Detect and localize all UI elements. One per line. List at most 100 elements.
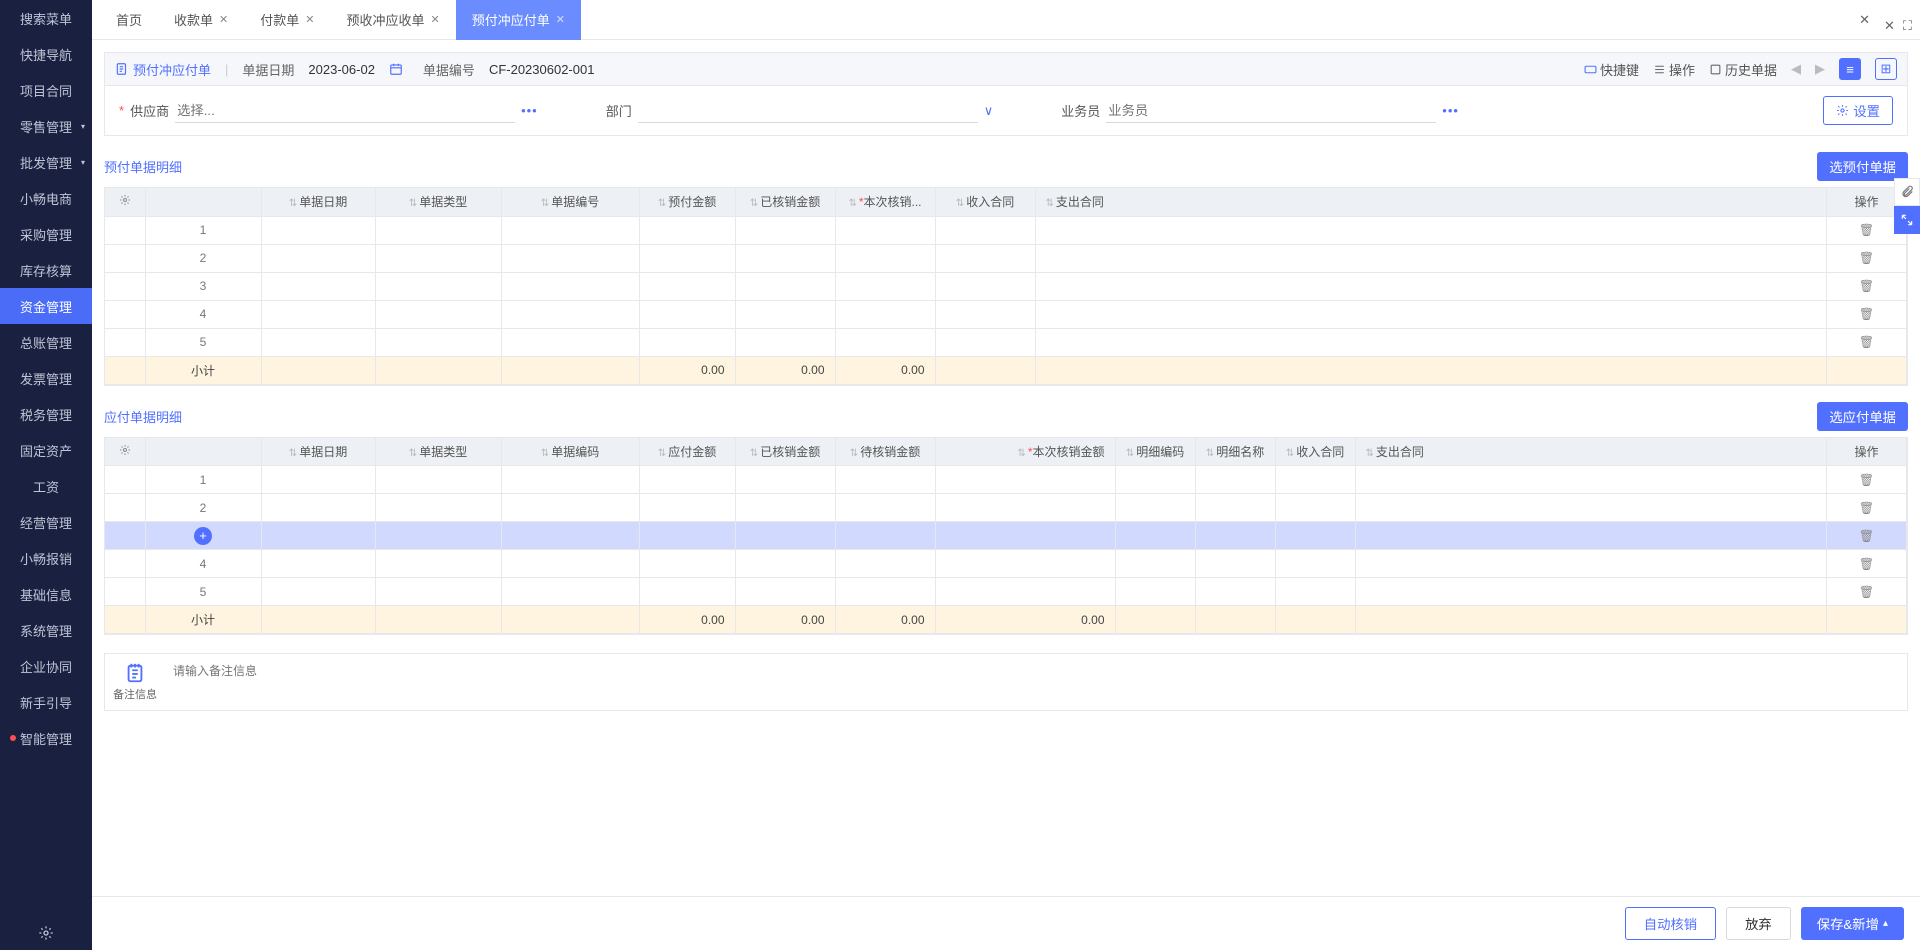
table-row[interactable]: 3🗑 <box>105 272 1907 300</box>
close-icon[interactable]: ✕ <box>431 13 440 26</box>
operate-button[interactable]: 操作 <box>1653 60 1695 79</box>
close-icon[interactable]: ✕ <box>1884 18 1895 34</box>
sidebar-item[interactable]: 总账管理 <box>0 324 92 360</box>
sidebar-item[interactable]: 智能管理 <box>0 720 92 756</box>
this-col-header[interactable]: ⇅*本次核销... <box>835 188 935 216</box>
expense-col-header[interactable]: ⇅支出合同 <box>1035 188 1827 216</box>
sidebar-item[interactable]: 快捷导航 <box>0 36 92 72</box>
date-value[interactable]: 2023-06-02 <box>308 62 375 77</box>
select-prepay-button[interactable]: 选预付单据 <box>1817 152 1908 181</box>
sidebar-item[interactable]: 企业协同 <box>0 648 92 684</box>
dept-input[interactable] <box>638 99 978 123</box>
sidebar-item[interactable]: 搜索菜单 <box>0 0 92 36</box>
sidebar-item[interactable]: 工资 <box>0 468 92 504</box>
sidebar-item[interactable]: 资金管理 <box>0 288 92 324</box>
shortcut-button[interactable]: 快捷键 <box>1584 60 1639 79</box>
code-col-header[interactable]: ⇅单据编号 <box>501 188 639 216</box>
dname-col-header[interactable]: ⇅明细名称 <box>1195 438 1275 466</box>
trash-icon[interactable]: 🗑 <box>1859 223 1874 237</box>
fullscreen-icon[interactable]: ⛶ <box>1903 18 1912 34</box>
trash-icon[interactable]: 🗑 <box>1859 473 1874 487</box>
table-row[interactable]: 2🗑 <box>105 494 1907 522</box>
trash-icon[interactable]: 🗑 <box>1859 279 1874 293</box>
sidebar-item[interactable]: 税务管理 <box>0 396 92 432</box>
tab[interactable]: 收款单✕ <box>158 0 244 40</box>
sidebar-item[interactable]: 固定资产 <box>0 432 92 468</box>
verified-col-header[interactable]: ⇅已核销金额 <box>735 438 835 466</box>
table-row[interactable]: +🗑 <box>105 522 1907 550</box>
attachment-button[interactable] <box>1894 178 1920 206</box>
sidebar-item[interactable]: 项目合同 <box>0 72 92 108</box>
sidebar-item[interactable]: 库存核算 <box>0 252 92 288</box>
agent-picker-icon[interactable]: ••• <box>1442 103 1459 118</box>
supplier-input[interactable] <box>175 99 515 123</box>
sidebar-item[interactable]: 小畅报销 <box>0 540 92 576</box>
tab[interactable]: 付款单✕ <box>244 0 330 40</box>
table-row[interactable]: 4🗑 <box>105 300 1907 328</box>
sidebar-item[interactable]: 基础信息 <box>0 576 92 612</box>
supplier-picker-icon[interactable]: ••• <box>521 103 538 118</box>
next-button[interactable]: ▶ <box>1815 61 1825 77</box>
amount-col-header[interactable]: ⇅预付金额 <box>639 188 735 216</box>
sidebar-item[interactable]: 批发管理▾ <box>0 144 92 180</box>
date-col-header[interactable]: ⇅单据日期 <box>261 188 375 216</box>
income-col-header[interactable]: ⇅收入合同 <box>1275 438 1355 466</box>
trash-icon[interactable]: 🗑 <box>1859 585 1874 599</box>
add-row-button[interactable]: + <box>194 527 212 545</box>
payable-col-header[interactable]: ⇅应付金额 <box>639 438 735 466</box>
sidebar-item[interactable]: 系统管理 <box>0 612 92 648</box>
trash-icon[interactable]: 🗑 <box>1859 251 1874 265</box>
sidebar-item[interactable]: 新手引导 <box>0 684 92 720</box>
sidebar-item[interactable]: 小畅电商 <box>0 180 92 216</box>
sidebar-item[interactable]: 发票管理 <box>0 360 92 396</box>
type-col-header[interactable]: ⇅单据类型 <box>375 188 501 216</box>
trash-icon[interactable]: 🗑 <box>1859 529 1874 543</box>
sidebar-item[interactable]: 采购管理 <box>0 216 92 252</box>
table-row[interactable]: 4🗑 <box>105 550 1907 578</box>
expand-button[interactable] <box>1894 206 1920 234</box>
table-row[interactable]: 5🗑 <box>105 328 1907 356</box>
trash-icon[interactable]: 🗑 <box>1859 501 1874 515</box>
history-button[interactable]: 历史单据 <box>1709 60 1777 79</box>
prev-button[interactable]: ◀ <box>1791 61 1801 77</box>
table-row[interactable]: 5🗑 <box>105 578 1907 606</box>
auto-verify-button[interactable]: 自动核销 <box>1625 907 1716 940</box>
tab[interactable]: 预付冲应付单✕ <box>456 0 581 40</box>
sidebar-item[interactable]: 经营管理 <box>0 504 92 540</box>
date-col-header[interactable]: ⇅单据日期 <box>261 438 375 466</box>
gear-col-header[interactable] <box>105 438 145 466</box>
table-row[interactable]: 2🗑 <box>105 244 1907 272</box>
gear-col-header[interactable] <box>105 188 145 216</box>
remarks-input[interactable] <box>165 654 1907 710</box>
table-row[interactable]: 1🗑 <box>105 216 1907 244</box>
close-icon[interactable]: ✕ <box>305 13 314 26</box>
table-row[interactable]: 1🗑 <box>105 466 1907 494</box>
card-view-button[interactable]: ⊞ <box>1875 58 1897 80</box>
save-new-button[interactable]: 保存&新增▴ <box>1801 907 1904 940</box>
verified-col-header[interactable]: ⇅已核销金额 <box>735 188 835 216</box>
trash-icon[interactable]: 🗑 <box>1859 335 1874 349</box>
select-payable-button[interactable]: 选应付单据 <box>1817 402 1908 431</box>
sidebar-item[interactable]: 零售管理▾ <box>0 108 92 144</box>
close-icon[interactable]: ✕ <box>556 13 565 26</box>
chevron-down-icon[interactable]: ∨ <box>984 103 994 119</box>
income-col-header[interactable]: ⇅收入合同 <box>935 188 1035 216</box>
dcode-col-header[interactable]: ⇅明细编码 <box>1115 438 1195 466</box>
this-col-header[interactable]: ⇅*本次核销金额 <box>935 438 1115 466</box>
trash-icon[interactable]: 🗑 <box>1859 307 1874 321</box>
type-col-header[interactable]: ⇅单据类型 <box>375 438 501 466</box>
code-col-header[interactable]: ⇅单据编码 <box>501 438 639 466</box>
settings-button[interactable]: 设置 <box>1823 96 1893 125</box>
discard-button[interactable]: 放弃 <box>1726 907 1791 940</box>
agent-input[interactable] <box>1106 99 1436 123</box>
trash-icon[interactable]: 🗑 <box>1859 557 1874 571</box>
close-all-tabs-button[interactable]: ✕ <box>1849 12 1880 28</box>
tab[interactable]: 首页 <box>100 0 158 40</box>
close-icon[interactable]: ✕ <box>219 13 228 26</box>
sidebar-settings-button[interactable] <box>0 916 92 950</box>
calendar-icon[interactable] <box>389 62 403 76</box>
tab[interactable]: 预收冲应收单✕ <box>330 0 455 40</box>
list-view-button[interactable]: ≡ <box>1839 58 1861 80</box>
expense-col-header[interactable]: ⇅支出合同 <box>1355 438 1827 466</box>
pending-col-header[interactable]: ⇅待核销金额 <box>835 438 935 466</box>
